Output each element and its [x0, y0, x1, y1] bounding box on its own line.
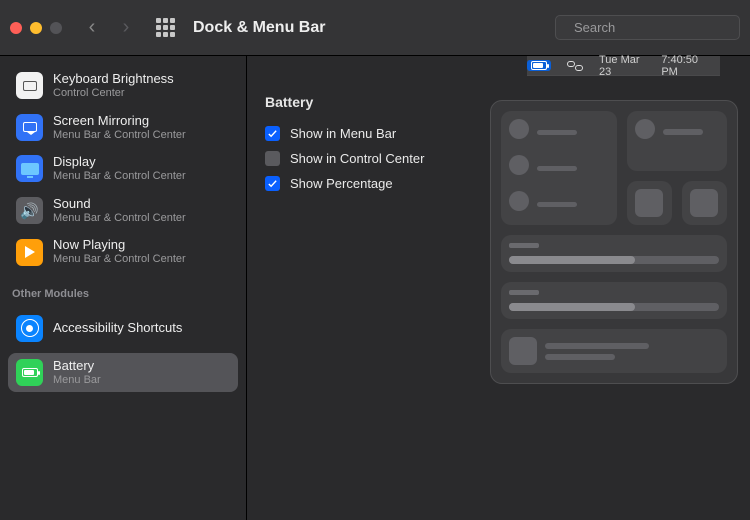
sidebar-item-sub: Menu Bar & Control Center	[53, 170, 186, 183]
section-header-other: Other Modules	[6, 274, 240, 304]
window-toolbar: ‹ › Dock & Menu Bar	[0, 0, 750, 56]
menubar-control-center-icon[interactable]	[563, 60, 587, 72]
search-field-wrapper[interactable]	[555, 15, 740, 40]
screen-mirroring-icon	[16, 114, 43, 141]
menubar-preview: Tue Mar 23 7:40:50 PM	[527, 56, 720, 76]
show-all-prefs-button[interactable]	[156, 18, 175, 37]
sidebar-item-label: Display	[53, 155, 186, 170]
cc-preview-module	[501, 329, 727, 373]
sidebar-item-now-playing[interactable]: Now Playing Menu Bar & Control Center	[8, 232, 238, 272]
sidebar-item-sub: Control Center	[53, 87, 174, 100]
menubar-battery-indicator[interactable]	[527, 60, 551, 71]
sidebar-item-display[interactable]: Display Menu Bar & Control Center	[8, 149, 238, 189]
sidebar-item-battery[interactable]: Battery Menu Bar	[8, 353, 238, 393]
cc-preview-slider	[501, 282, 727, 319]
menubar-date: Tue Mar 23	[599, 54, 649, 78]
sidebar-item-label: Keyboard Brightness	[53, 72, 174, 87]
checkbox-icon	[265, 176, 280, 191]
sidebar-item-sub: Menu Bar & Control Center	[53, 212, 186, 225]
back-button[interactable]: ‹	[82, 16, 102, 39]
sound-icon: 🔊	[16, 197, 43, 224]
option-label: Show in Control Center	[290, 151, 424, 166]
window-title: Dock & Menu Bar	[193, 19, 325, 37]
battery-settings-pane: Battery Show in Menu Bar Show in Control…	[265, 94, 424, 201]
battery-icon	[16, 359, 43, 386]
forward-button[interactable]: ›	[116, 16, 136, 39]
sidebar-item-screen-mirroring[interactable]: Screen Mirroring Menu Bar & Control Cent…	[8, 108, 238, 148]
control-center-preview	[490, 100, 738, 384]
now-playing-icon	[16, 239, 43, 266]
accessibility-icon	[16, 315, 43, 342]
traffic-lights	[10, 22, 62, 34]
cc-preview-module	[627, 111, 727, 171]
maximize-window-button[interactable]	[50, 22, 62, 34]
cc-preview-module	[501, 111, 617, 225]
cc-preview-slider	[501, 235, 727, 272]
sidebar-item-sub: Menu Bar & Control Center	[53, 253, 186, 266]
sidebar: Keyboard Brightness Control Center Scree…	[0, 56, 247, 520]
sidebar-item-label: Accessibility Shortcuts	[53, 321, 182, 336]
sidebar-item-sound[interactable]: 🔊 Sound Menu Bar & Control Center	[8, 191, 238, 231]
cc-preview-module	[682, 181, 727, 225]
option-label: Show in Menu Bar	[290, 126, 396, 141]
minimize-window-button[interactable]	[30, 22, 42, 34]
sidebar-item-label: Now Playing	[53, 238, 186, 253]
sidebar-item-label: Battery	[53, 359, 101, 374]
close-window-button[interactable]	[10, 22, 22, 34]
panel-heading: Battery	[265, 94, 424, 110]
display-icon	[16, 155, 43, 182]
sidebar-item-label: Sound	[53, 197, 186, 212]
sidebar-item-sub: Menu Bar & Control Center	[53, 129, 186, 142]
main-content: Tue Mar 23 7:40:50 PM Battery Show in Me…	[247, 56, 750, 520]
keyboard-brightness-icon	[16, 72, 43, 99]
option-label: Show Percentage	[290, 176, 393, 191]
sidebar-item-sub: Menu Bar	[53, 374, 101, 387]
sidebar-item-label: Screen Mirroring	[53, 114, 186, 129]
option-show-in-control-center[interactable]: Show in Control Center	[265, 151, 424, 166]
option-show-in-menu-bar[interactable]: Show in Menu Bar	[265, 126, 424, 141]
checkbox-icon	[265, 151, 280, 166]
search-input[interactable]	[574, 20, 750, 35]
option-show-percentage[interactable]: Show Percentage	[265, 176, 424, 191]
cc-preview-module	[627, 181, 672, 225]
sidebar-item-keyboard-brightness[interactable]: Keyboard Brightness Control Center	[8, 66, 238, 106]
menubar-time: 7:40:50 PM	[661, 54, 712, 78]
sidebar-item-accessibility-shortcuts[interactable]: Accessibility Shortcuts	[8, 306, 238, 351]
checkbox-icon	[265, 126, 280, 141]
